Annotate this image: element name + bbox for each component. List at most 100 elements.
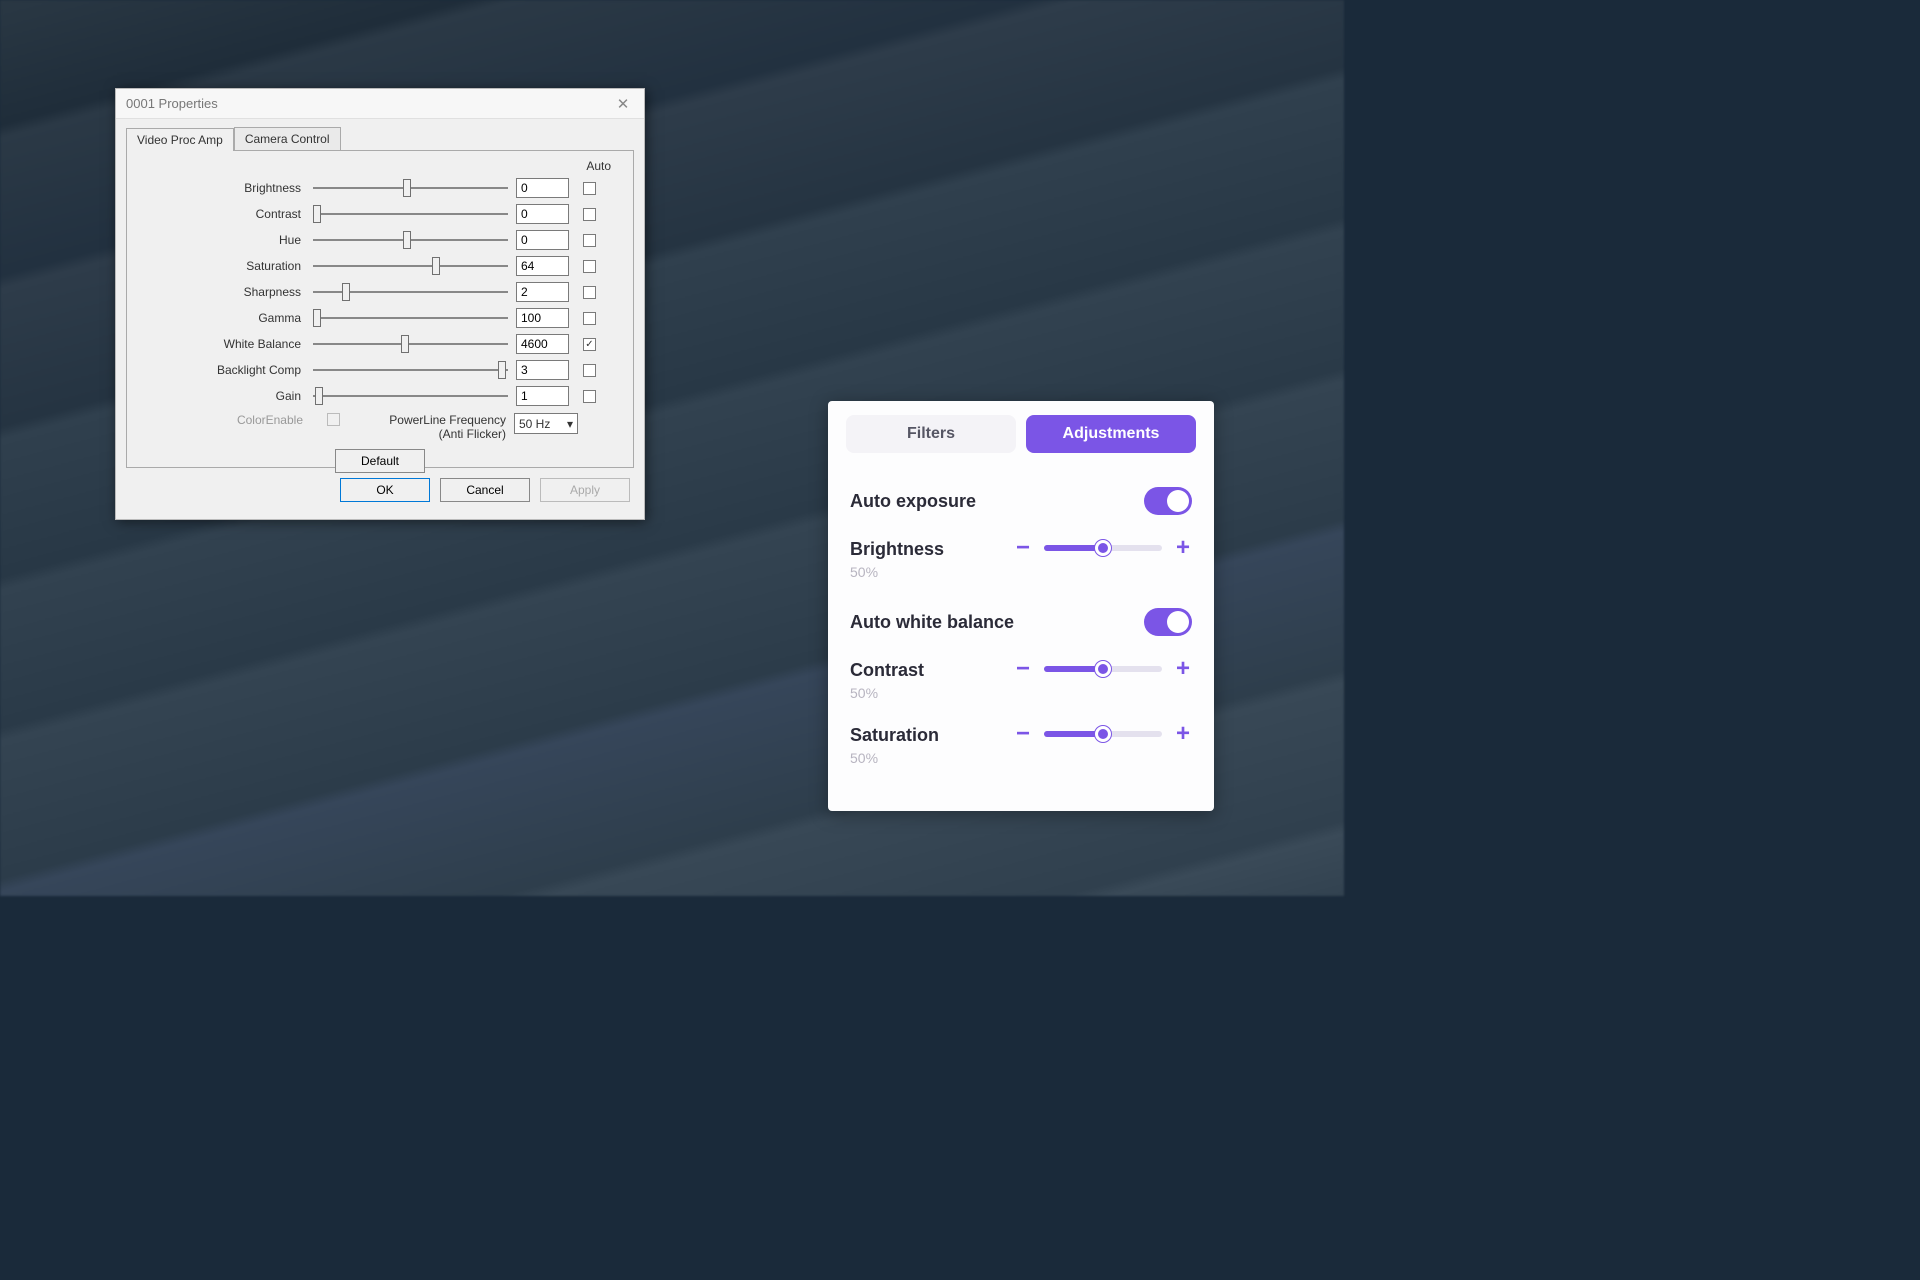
- auto-wb-toggle[interactable]: [1144, 608, 1192, 636]
- slider-row: White Balance ✓: [143, 331, 617, 357]
- contrast-value: 50%: [850, 685, 924, 701]
- slider-label: Brightness: [143, 181, 313, 195]
- tab-camera-control[interactable]: Camera Control: [234, 127, 341, 150]
- auto-exposure-label: Auto exposure: [850, 491, 976, 512]
- slider-value-input[interactable]: [516, 386, 569, 406]
- slider-row: Sharpness: [143, 279, 617, 305]
- saturation-value: 50%: [850, 750, 939, 766]
- slider-thumb[interactable]: [403, 231, 411, 249]
- slider-thumb[interactable]: [313, 309, 321, 327]
- auto-checkbox[interactable]: [583, 364, 596, 377]
- slider-value-input[interactable]: [516, 360, 569, 380]
- slider-thumb[interactable]: [403, 179, 411, 197]
- slider-row: Saturation: [143, 253, 617, 279]
- saturation-plus-button[interactable]: +: [1174, 725, 1192, 743]
- slider-thumb[interactable]: [313, 205, 321, 223]
- auto-column-header: Auto: [143, 159, 617, 173]
- auto-wb-label: Auto white balance: [850, 612, 1014, 633]
- slider-track[interactable]: [313, 180, 508, 196]
- slider-value-input[interactable]: [516, 204, 569, 224]
- contrast-thumb[interactable]: [1095, 661, 1111, 677]
- auto-checkbox[interactable]: [583, 234, 596, 247]
- adj-body: Auto exposure Brightness 50% − +: [828, 461, 1214, 792]
- slider-label: Gain: [143, 389, 313, 403]
- tab-content: Auto Brightness Contrast Hue Saturation Shar…: [126, 150, 634, 468]
- slider-row: Gain: [143, 383, 617, 409]
- slider-row: Brightness: [143, 175, 617, 201]
- slider-value-input[interactable]: [516, 308, 569, 328]
- powerline-freq-select[interactable]: 50 Hz ▾: [514, 413, 578, 434]
- ok-button[interactable]: OK: [340, 478, 430, 502]
- adj-tab-strip: Filters Adjustments: [828, 401, 1214, 461]
- auto-checkbox[interactable]: [583, 390, 596, 403]
- slider-track[interactable]: [313, 284, 508, 300]
- slider-value-input[interactable]: [516, 178, 569, 198]
- tab-adjustments[interactable]: Adjustments: [1026, 415, 1196, 453]
- slider-row: Hue: [143, 227, 617, 253]
- contrast-plus-button[interactable]: +: [1174, 660, 1192, 678]
- slider-label: Gamma: [143, 311, 313, 325]
- brightness-slider[interactable]: [1044, 545, 1162, 551]
- toggle-knob: [1167, 611, 1189, 633]
- slider-value-input[interactable]: [516, 282, 569, 302]
- brightness-value: 50%: [850, 564, 944, 580]
- slider-label: Backlight Comp: [143, 363, 313, 377]
- default-button[interactable]: Default: [335, 449, 425, 473]
- chevron-down-icon: ▾: [567, 417, 573, 431]
- slider-value-input[interactable]: [516, 334, 569, 354]
- properties-dialog: 0001 Properties ✕ Video Proc Amp Camera …: [115, 88, 645, 520]
- slider-track[interactable]: [313, 206, 508, 222]
- slider-track[interactable]: [313, 362, 508, 378]
- auto-checkbox[interactable]: [583, 286, 596, 299]
- slider-thumb[interactable]: [342, 283, 350, 301]
- tab-strip: Video Proc Amp Camera Control: [116, 119, 644, 150]
- slider-label: Sharpness: [143, 285, 313, 299]
- slider-thumb[interactable]: [432, 257, 440, 275]
- auto-checkbox[interactable]: [583, 208, 596, 221]
- slider-track[interactable]: [313, 336, 508, 352]
- contrast-row: Contrast 50% − +: [850, 650, 1192, 715]
- slider-thumb[interactable]: [401, 335, 409, 353]
- apply-button[interactable]: Apply: [540, 478, 630, 502]
- slider-thumb[interactable]: [315, 387, 323, 405]
- saturation-label: Saturation: [850, 725, 939, 746]
- slider-value-input[interactable]: [516, 256, 569, 276]
- auto-exposure-row: Auto exposure: [850, 473, 1192, 529]
- slider-thumb[interactable]: [498, 361, 506, 379]
- auto-checkbox[interactable]: [583, 312, 596, 325]
- brightness-thumb[interactable]: [1095, 540, 1111, 556]
- slider-value-input[interactable]: [516, 230, 569, 250]
- brightness-label: Brightness: [850, 539, 944, 560]
- tab-filters[interactable]: Filters: [846, 415, 1016, 453]
- slider-track[interactable]: [313, 310, 508, 326]
- saturation-minus-button[interactable]: −: [1014, 725, 1032, 743]
- auto-checkbox[interactable]: ✓: [583, 338, 596, 351]
- saturation-thumb[interactable]: [1095, 726, 1111, 742]
- slider-label: Hue: [143, 233, 313, 247]
- auto-wb-row: Auto white balance: [850, 594, 1192, 650]
- auto-exposure-toggle[interactable]: [1144, 487, 1192, 515]
- colorenable-checkbox: [327, 413, 340, 426]
- titlebar[interactable]: 0001 Properties ✕: [116, 89, 644, 119]
- cancel-button[interactable]: Cancel: [440, 478, 530, 502]
- slider-track[interactable]: [313, 232, 508, 248]
- auto-checkbox[interactable]: [583, 260, 596, 273]
- slider-track[interactable]: [313, 388, 508, 404]
- saturation-slider[interactable]: [1044, 731, 1162, 737]
- slider-label: White Balance: [143, 337, 313, 351]
- slider-label: Saturation: [143, 259, 313, 273]
- brightness-plus-button[interactable]: +: [1174, 539, 1192, 557]
- tab-video-proc-amp[interactable]: Video Proc Amp: [126, 128, 234, 151]
- slider-row: Backlight Comp: [143, 357, 617, 383]
- auto-checkbox[interactable]: [583, 182, 596, 195]
- saturation-row: Saturation 50% − +: [850, 715, 1192, 780]
- close-icon[interactable]: ✕: [612, 93, 634, 115]
- contrast-minus-button[interactable]: −: [1014, 660, 1032, 678]
- contrast-slider[interactable]: [1044, 666, 1162, 672]
- brightness-minus-button[interactable]: −: [1014, 539, 1032, 557]
- slider-track[interactable]: [313, 258, 508, 274]
- powerline-freq-label: PowerLine Frequency (Anti Flicker): [384, 413, 514, 441]
- window-title: 0001 Properties: [126, 96, 218, 111]
- slider-row: Contrast: [143, 201, 617, 227]
- slider-row: Gamma: [143, 305, 617, 331]
